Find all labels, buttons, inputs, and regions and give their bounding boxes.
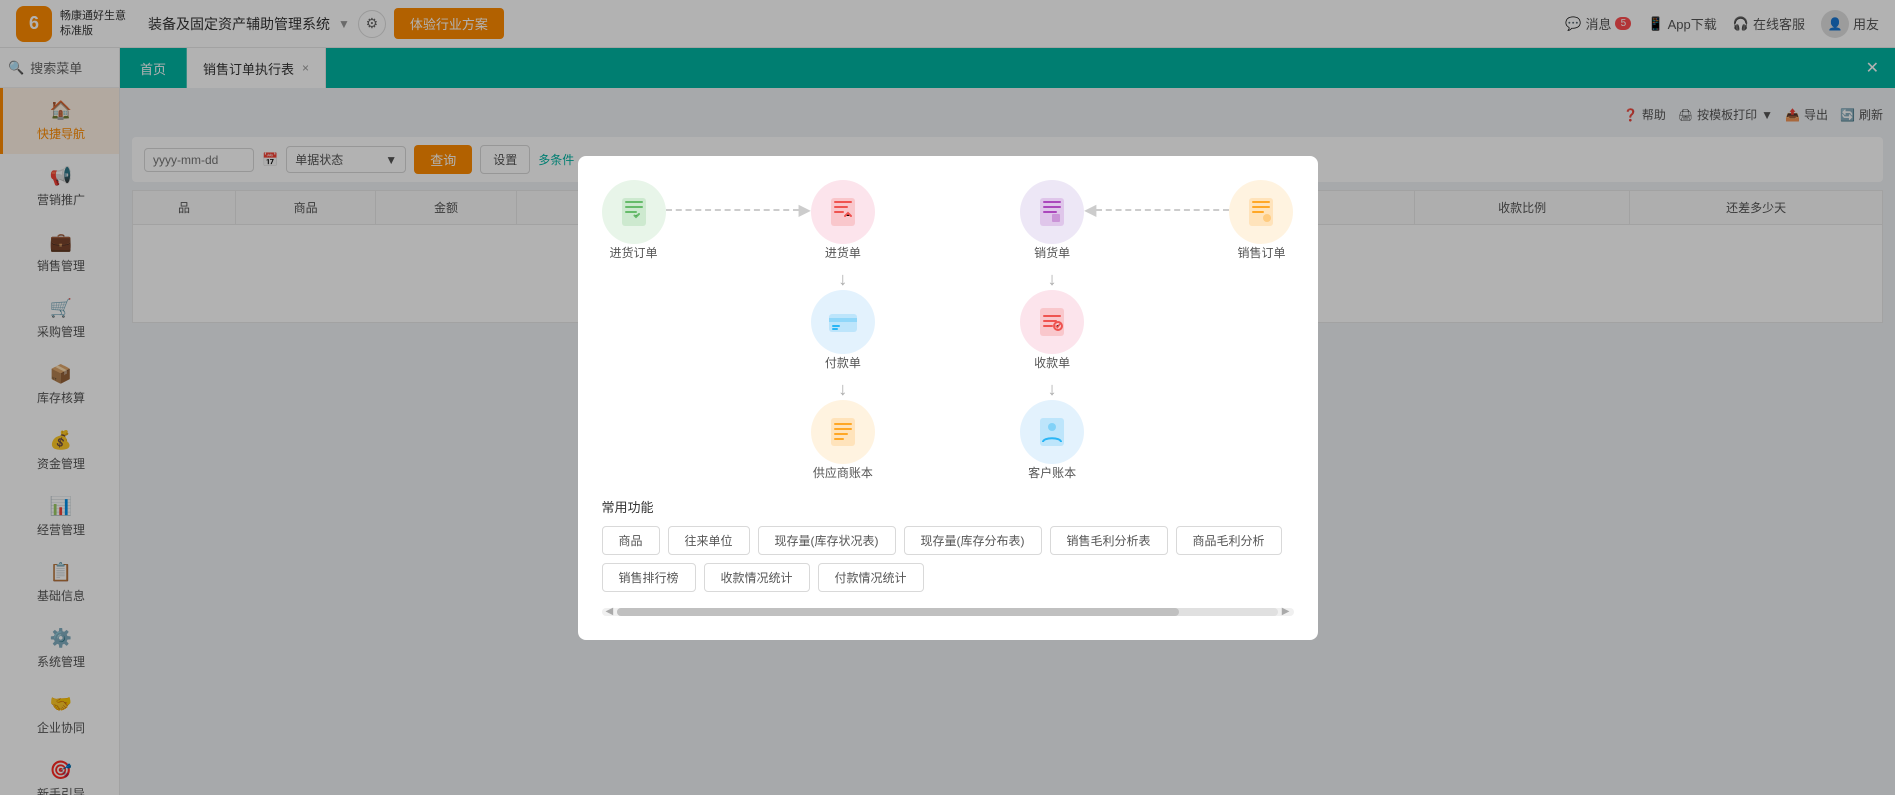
common-btn-partners[interactable]: 往来单位 <box>668 526 750 555</box>
common-btn-receipt-stats[interactable]: 收款情况统计 <box>704 563 810 592</box>
scrollbar-thumb <box>617 608 1179 616</box>
modal-overlay[interactable]: 进货订单 ▶ 进货单 <box>0 0 1895 795</box>
common-btn-stock-dist[interactable]: 现存量(库存分布表) <box>904 526 1042 555</box>
flow-node-customer-ledger[interactable]: 客户账本 <box>1020 400 1084 481</box>
common-buttons-row2: 销售排行榜 收款情况统计 付款情况统计 <box>602 563 1294 592</box>
common-functions-section: 常用功能 商品 往来单位 现存量(库存状况表) 现存量(库存分布表) 销售毛利分… <box>602 497 1294 592</box>
customer-ledger-icon <box>1020 400 1084 464</box>
sales-order-icon <box>1229 180 1293 244</box>
common-btn-stock-status[interactable]: 现存量(库存状况表) <box>758 526 896 555</box>
app-wrapper: 6 畅康通好生意标准版 装备及固定资产辅助管理系统 ▼ ⚙ 体验行业方案 💬 消… <box>0 0 1895 795</box>
payment-icon <box>811 290 875 354</box>
common-functions-title: 常用功能 <box>602 497 1294 516</box>
flow-node-supplier-ledger[interactable]: 供应商账本 <box>811 400 875 481</box>
flow-node-purchase-order[interactable]: 进货订单 <box>602 180 666 261</box>
common-btn-sales-profit[interactable]: 销售毛利分析表 <box>1050 526 1168 555</box>
flow-node-sales-bill[interactable]: 销货单 <box>1020 180 1084 261</box>
scroll-left-icon[interactable]: ◀ <box>602 606 618 617</box>
purchase-bill-icon <box>811 180 875 244</box>
modal-dialog: 进货订单 ▶ 进货单 <box>578 156 1318 640</box>
receipt-label: 收款单 <box>1034 354 1070 371</box>
supplier-ledger-label: 供应商账本 <box>813 464 873 481</box>
common-btn-goods[interactable]: 商品 <box>602 526 660 555</box>
supplier-ledger-icon <box>811 400 875 464</box>
payment-label: 付款单 <box>825 354 861 371</box>
flow-node-payment[interactable]: 付款单 <box>811 290 875 371</box>
scrollbar-track <box>617 608 1278 616</box>
purchase-order-icon <box>602 180 666 244</box>
customer-ledger-label: 客户账本 <box>1028 464 1076 481</box>
common-btn-payment-stats[interactable]: 付款情况统计 <box>818 563 924 592</box>
flow-node-receipt[interactable]: 收款单 <box>1020 290 1084 371</box>
common-btn-sales-rank[interactable]: 销售排行榜 <box>602 563 696 592</box>
common-btn-goods-profit[interactable]: 商品毛利分析 <box>1176 526 1282 555</box>
sales-order-label: 销售订单 <box>1237 244 1285 261</box>
scroll-right-icon[interactable]: ▶ <box>1278 606 1294 617</box>
sales-bill-icon <box>1020 180 1084 244</box>
modal-scrollbar[interactable]: ◀ ▶ <box>602 608 1294 616</box>
flow-node-purchase-bill[interactable]: 进货单 <box>811 180 875 261</box>
flow-node-sales-order[interactable]: 销售订单 <box>1229 180 1293 261</box>
purchase-bill-label: 进货单 <box>825 244 861 261</box>
purchase-order-label: 进货订单 <box>609 244 657 261</box>
sales-bill-label: 销货单 <box>1034 244 1070 261</box>
common-buttons-row1: 商品 往来单位 现存量(库存状况表) 现存量(库存分布表) 销售毛利分析表 商品… <box>602 526 1294 555</box>
receipt-icon <box>1020 290 1084 354</box>
